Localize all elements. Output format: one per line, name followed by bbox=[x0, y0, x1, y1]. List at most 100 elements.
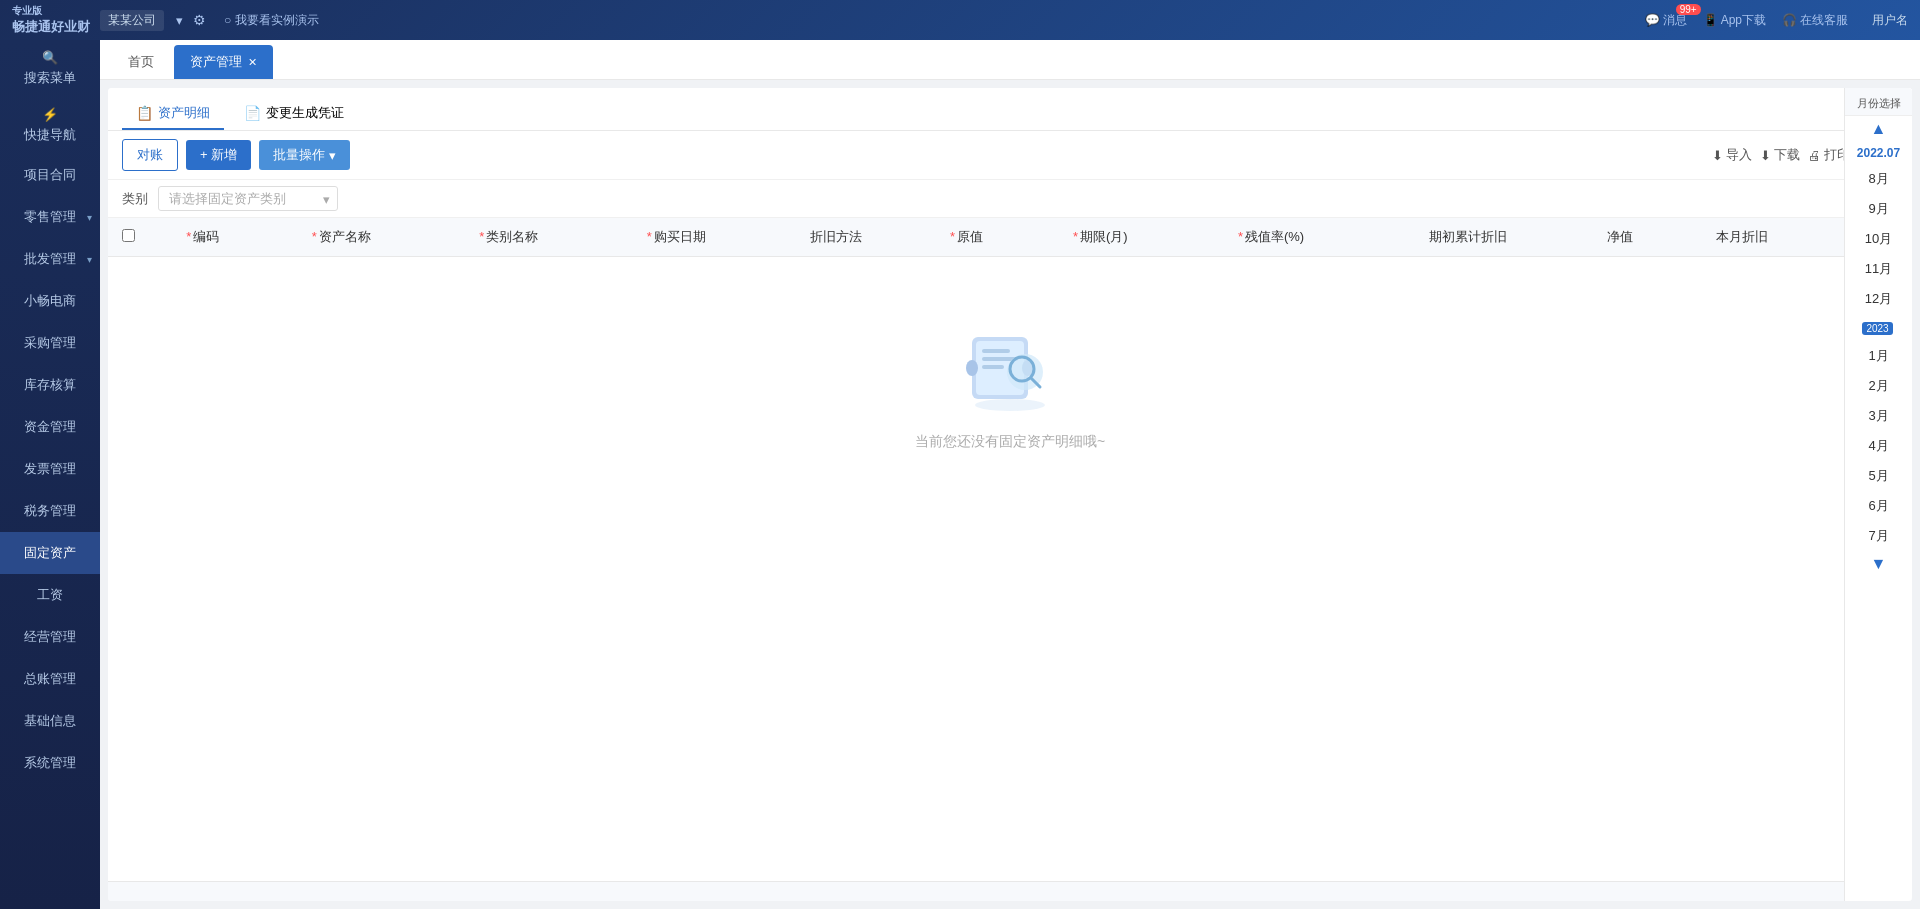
sidebar-item-ecommerce[interactable]: 小畅电商 bbox=[0, 280, 100, 322]
month-item-10[interactable]: 10月 bbox=[1845, 224, 1912, 254]
sidebar-item-invoice[interactable]: 发票管理 bbox=[0, 448, 100, 490]
month-item-12[interactable]: 12月 bbox=[1845, 284, 1912, 314]
sidebar-label-wholesale: 批发管理 bbox=[24, 250, 76, 268]
batch-dropdown-icon: ▾ bbox=[329, 148, 336, 163]
sidebar-item-inventory[interactable]: 库存核算 bbox=[0, 364, 100, 406]
table-header-row: *编码 *资产名称 *类别名称 *购买日期 折旧方法 *原值 *期限(月) *残… bbox=[108, 218, 1912, 257]
tab-asset-close[interactable]: ✕ bbox=[248, 56, 257, 69]
sidebar-label-ledger: 总账管理 bbox=[24, 670, 76, 688]
sidebar-label-ecommerce: 小畅电商 bbox=[24, 292, 76, 310]
svg-point-0 bbox=[975, 399, 1045, 411]
sidebar-item-tax[interactable]: 税务管理 bbox=[0, 490, 100, 532]
month-item-2023-2[interactable]: 2月 bbox=[1845, 371, 1912, 401]
sub-tab-detail[interactable]: 📋 资产明细 bbox=[122, 98, 224, 130]
th-monthly-depreciation: 本月折旧 bbox=[1666, 218, 1818, 257]
year-badge-2023: 2023 bbox=[1862, 322, 1892, 335]
headset-icon: 🎧 bbox=[1782, 13, 1797, 27]
content-area: 首页 资产管理 ✕ 📋 资产明细 📄 变更生成凭证 bbox=[100, 40, 1920, 909]
th-residual-rate: *残值率(%) bbox=[1179, 218, 1363, 257]
th-original-value: *原值 bbox=[912, 218, 1022, 257]
sub-tab-voucher[interactable]: 📄 变更生成凭证 bbox=[230, 98, 358, 130]
message-badge: 99+ bbox=[1676, 4, 1701, 15]
sidebar-item-fixedasset[interactable]: 固定资产 bbox=[0, 532, 100, 574]
th-checkbox bbox=[108, 218, 148, 257]
sidebar-label-base: 基础信息 bbox=[24, 712, 76, 730]
add-button[interactable]: + 新增 bbox=[186, 140, 251, 170]
service-button[interactable]: 🎧 在线客服 bbox=[1782, 12, 1848, 29]
month-item-2023-1[interactable]: 1月 bbox=[1845, 341, 1912, 371]
download-button[interactable]: ⬇ 下载 bbox=[1760, 146, 1800, 164]
month-panel: 月份选择 ▲ 2022.07 8月 9月 10月 11月 12月 2023 1月… bbox=[1844, 88, 1912, 901]
svg-point-6 bbox=[966, 360, 978, 376]
select-all-checkbox[interactable] bbox=[122, 229, 135, 242]
table-body: 当前您还没有固定资产明细哦~ bbox=[108, 257, 1912, 512]
sidebar-label-system: 系统管理 bbox=[24, 754, 76, 772]
th-code: *编码 bbox=[148, 218, 258, 257]
month-item-2023-6[interactable]: 6月 bbox=[1845, 491, 1912, 521]
reconcile-button[interactable]: 对账 bbox=[122, 139, 178, 171]
category-filter-select[interactable]: 请选择固定资产类别 bbox=[158, 186, 338, 211]
month-item-2023-5[interactable]: 5月 bbox=[1845, 461, 1912, 491]
sidebar-item-project[interactable]: 项目合同 bbox=[0, 154, 100, 196]
page-content: 📋 资产明细 📄 变更生成凭证 对账 + 新增 批量操作 ▾ bbox=[108, 88, 1912, 901]
tab-asset-label: 资产管理 bbox=[190, 53, 242, 71]
month-nav-up[interactable]: ▲ bbox=[1867, 116, 1891, 142]
reconcile-label: 对账 bbox=[137, 146, 163, 164]
sidebar-item-quicknav[interactable]: ⚡ 快捷导航 bbox=[0, 97, 100, 154]
month-nav-down[interactable]: ▼ bbox=[1867, 551, 1891, 577]
company-dropdown-arrow[interactable]: ▾ bbox=[176, 13, 183, 28]
download-label: 下载 bbox=[1774, 146, 1800, 164]
add-label: + 新增 bbox=[200, 147, 237, 162]
batch-label: 批量操作 bbox=[273, 146, 325, 164]
tab-asset[interactable]: 资产管理 ✕ bbox=[174, 45, 273, 79]
sidebar-item-wholesale[interactable]: 批发管理 bbox=[0, 238, 100, 280]
settings-icon[interactable]: ⚙ bbox=[193, 12, 206, 28]
category-filter-wrap: 请选择固定资产类别 ▾ bbox=[158, 186, 338, 211]
th-purchase-date: *购买日期 bbox=[593, 218, 761, 257]
app-logo: 专业版 畅捷通好业财 bbox=[12, 4, 90, 36]
sidebar-label-fixedasset: 固定资产 bbox=[24, 544, 76, 562]
sidebar-item-search[interactable]: 🔍 搜索菜单 bbox=[0, 40, 100, 97]
table-wrap: *编码 *资产名称 *类别名称 *购买日期 折旧方法 *原值 *期限(月) *残… bbox=[108, 218, 1912, 881]
sidebar-item-ledger[interactable]: 总账管理 bbox=[0, 658, 100, 700]
th-period: *期限(月) bbox=[1021, 218, 1179, 257]
app-download-button[interactable]: 📱 App下载 bbox=[1703, 12, 1766, 29]
main-layout: 🔍 搜索菜单 ⚡ 快捷导航 项目合同 零售管理 批发管理 小畅电商 采购管理 库… bbox=[0, 40, 1920, 909]
empty-text: 当前您还没有固定资产明细哦~ bbox=[915, 433, 1105, 451]
sidebar-item-salary[interactable]: 工资 bbox=[0, 574, 100, 616]
svg-rect-3 bbox=[982, 349, 1010, 353]
import-label: 导入 bbox=[1726, 146, 1752, 164]
sidebar-item-retail[interactable]: 零售管理 bbox=[0, 196, 100, 238]
sub-tab-voucher-label: 变更生成凭证 bbox=[266, 104, 344, 122]
month-item-8[interactable]: 8月 bbox=[1845, 164, 1912, 194]
month-item-2023-3[interactable]: 3月 bbox=[1845, 401, 1912, 431]
th-name: *资产名称 bbox=[258, 218, 426, 257]
sidebar-item-base[interactable]: 基础信息 bbox=[0, 700, 100, 742]
bottom-scrollbar[interactable] bbox=[108, 881, 1912, 901]
message-button[interactable]: 💬 消息 99+ bbox=[1645, 12, 1687, 29]
company-selector[interactable]: 某某公司 bbox=[100, 10, 164, 31]
import-button[interactable]: ⬇ 导入 bbox=[1712, 146, 1752, 164]
empty-state-row: 当前您还没有固定资产明细哦~ bbox=[108, 257, 1912, 512]
top-bar: 专业版 畅捷通好业财 某某公司 ▾ ⚙ 我要看实例演示 💬 消息 99+ 📱 A… bbox=[0, 0, 1920, 40]
month-item-2023-7[interactable]: 7月 bbox=[1845, 521, 1912, 551]
phone-icon: 📱 bbox=[1703, 13, 1718, 27]
sidebar-label-quicknav: 快捷导航 bbox=[24, 126, 76, 144]
quicknav-icon: ⚡ bbox=[42, 107, 58, 122]
sidebar-label-operations: 经营管理 bbox=[24, 628, 76, 646]
demo-link[interactable]: 我要看实例演示 bbox=[224, 12, 319, 29]
month-item-2023-4[interactable]: 4月 bbox=[1845, 431, 1912, 461]
sidebar-item-operations[interactable]: 经营管理 bbox=[0, 616, 100, 658]
month-item-9[interactable]: 9月 bbox=[1845, 194, 1912, 224]
sidebar-label-tax: 税务管理 bbox=[24, 502, 76, 520]
voucher-tab-icon: 📄 bbox=[244, 105, 261, 121]
download-icon: ⬇ bbox=[1760, 148, 1771, 163]
month-item-11[interactable]: 11月 bbox=[1845, 254, 1912, 284]
user-info: 用户名 bbox=[1872, 12, 1908, 29]
month-panel-year-2023: 2023 bbox=[1845, 314, 1912, 341]
sidebar-item-system[interactable]: 系统管理 bbox=[0, 742, 100, 784]
sidebar-item-purchase[interactable]: 采购管理 bbox=[0, 322, 100, 364]
sidebar-item-fund[interactable]: 资金管理 bbox=[0, 406, 100, 448]
batch-button[interactable]: 批量操作 ▾ bbox=[259, 140, 350, 170]
tab-home[interactable]: 首页 bbox=[112, 45, 170, 79]
